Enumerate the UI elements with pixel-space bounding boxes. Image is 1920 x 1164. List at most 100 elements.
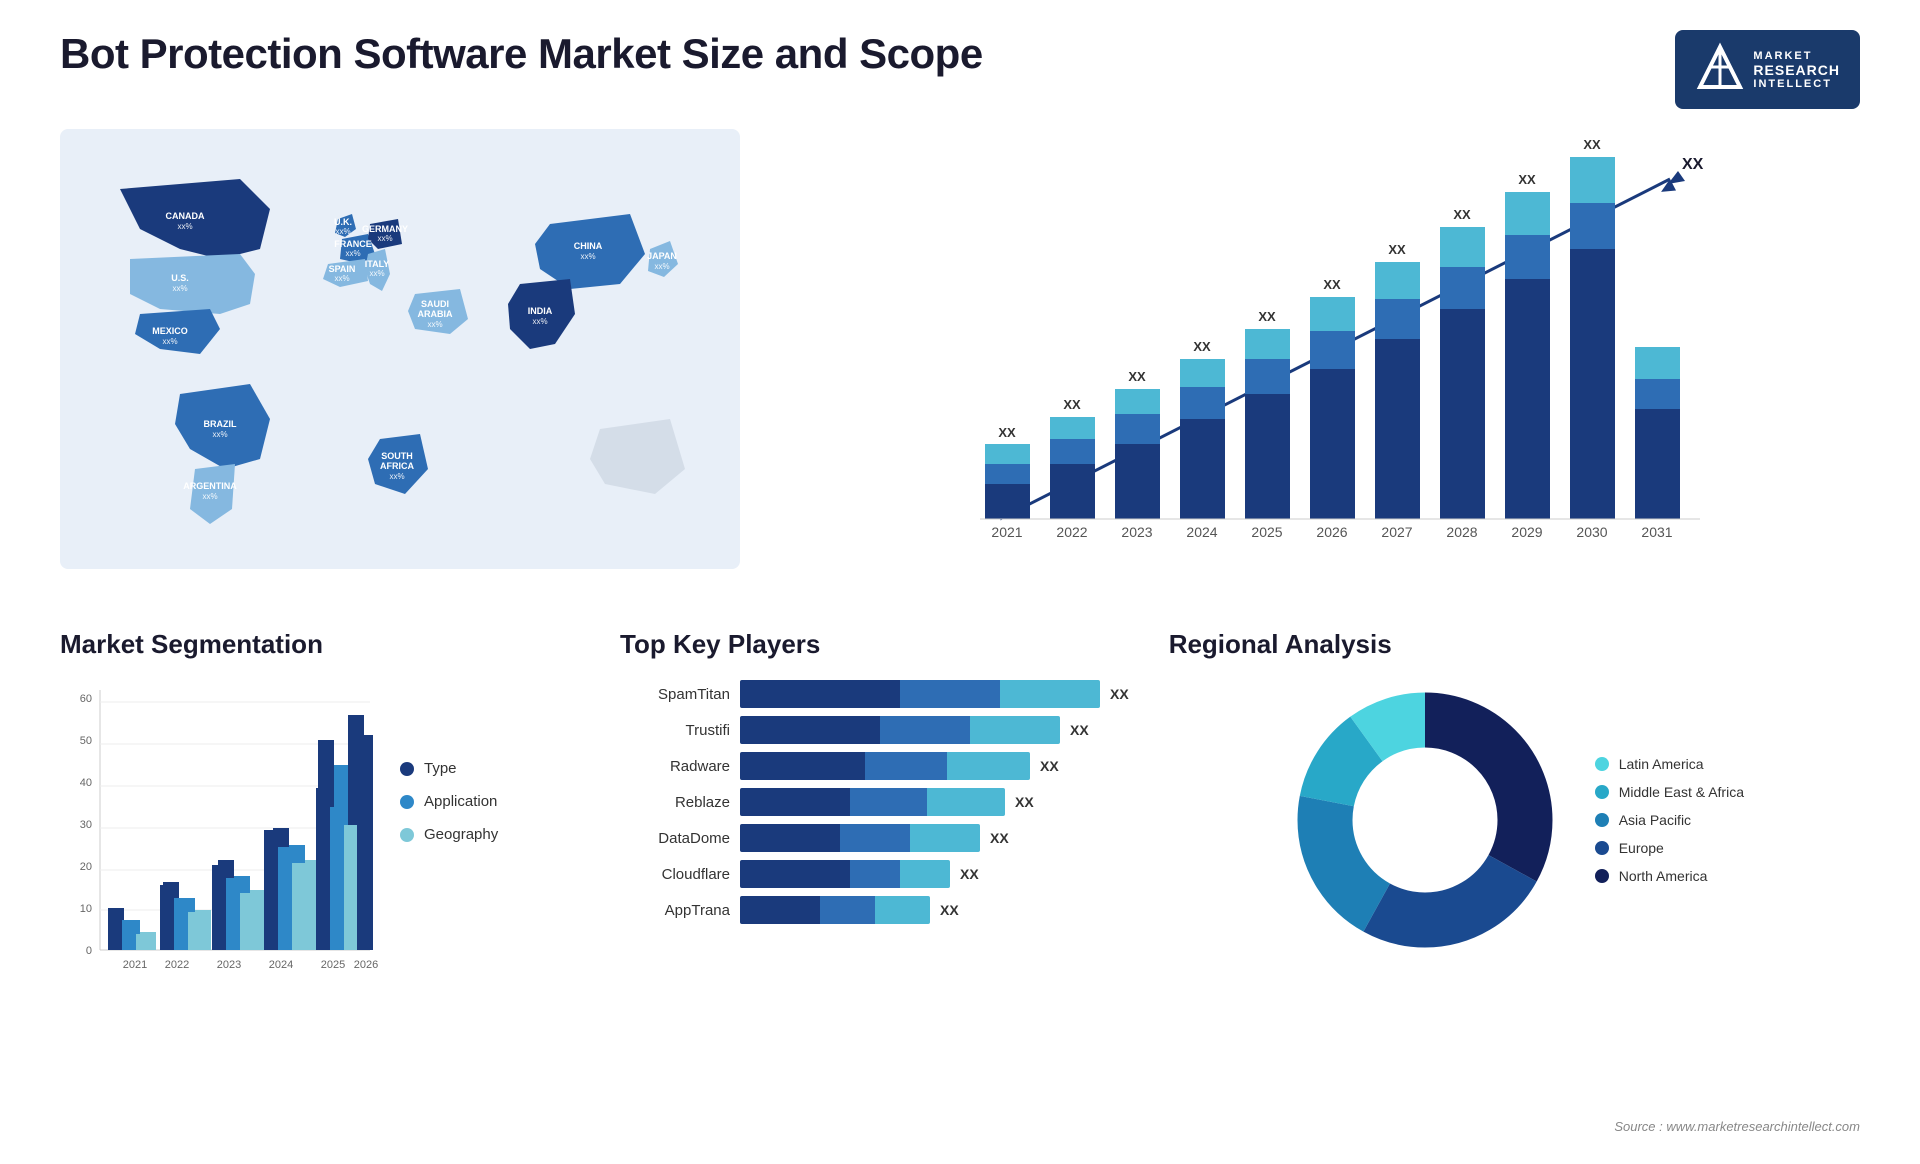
- bar-2026-seg1: [1310, 369, 1355, 519]
- year-2023: 2023: [1121, 524, 1152, 540]
- us-value: xx%: [172, 284, 187, 293]
- player-name-apptrana: AppTrana: [620, 902, 730, 919]
- legend-geo-label: Geography: [424, 826, 498, 843]
- player-name-cloudflare: Cloudflare: [620, 866, 730, 883]
- players-section: Top Key Players SpamTitan XX Trustifi: [620, 629, 1129, 1109]
- seg-year-2024: 2024: [269, 959, 293, 971]
- player-bar-trustifi: XX: [740, 716, 1129, 744]
- bar-2021-label: XX: [998, 425, 1016, 440]
- spain-label: SPAIN: [329, 264, 356, 274]
- mexico-value: xx%: [162, 337, 177, 346]
- bar-2030-seg3: [1570, 157, 1615, 203]
- bar-2030-seg1: [1570, 249, 1615, 519]
- india-value: xx%: [532, 317, 547, 326]
- legend-app-label: Application: [424, 793, 497, 810]
- regional-title: Regional Analysis: [1169, 629, 1860, 660]
- legend-latin-america: Latin America: [1595, 756, 1744, 772]
- saudi-label2: ARABIA: [418, 309, 453, 319]
- player-bar-apptrana: XX: [740, 896, 1129, 924]
- player-row-spamtitan: SpamTitan XX: [620, 680, 1129, 708]
- uk-value: xx%: [335, 227, 350, 236]
- legend-europe-dot: [1595, 841, 1609, 855]
- legend-asia-label: Asia Pacific: [1619, 812, 1691, 828]
- bar-2026-seg3: [1310, 297, 1355, 331]
- y-40: 40: [80, 777, 92, 789]
- logo-line2: RESEARCH: [1753, 62, 1840, 78]
- canada-value: xx%: [177, 222, 192, 231]
- seg-year-2023: 2023: [217, 959, 241, 971]
- saudi-value: xx%: [427, 320, 442, 329]
- player-xx-cloudflare: XX: [960, 866, 979, 882]
- bar-2029-seg1: [1505, 279, 1550, 519]
- bar-2023-label: XX: [1128, 369, 1146, 384]
- player-row-trustifi: Trustifi XX: [620, 716, 1129, 744]
- italy-value: xx%: [369, 269, 384, 278]
- logo-line1: MARKET: [1753, 50, 1840, 62]
- player-bar-datadome: XX: [740, 824, 1129, 852]
- bar-2027-seg3: [1375, 262, 1420, 299]
- player-name-spamtitan: SpamTitan: [620, 686, 730, 703]
- bar-2024-seg1: [1180, 419, 1225, 519]
- bar-2026-label: XX: [1323, 277, 1341, 292]
- player-row-apptrana: AppTrana XX: [620, 896, 1129, 924]
- bar-2025-label: XX: [1258, 309, 1276, 324]
- player-bar-cloudflare: XX: [740, 860, 1129, 888]
- year-2028: 2028: [1446, 524, 1477, 540]
- year-2029: 2029: [1511, 524, 1542, 540]
- player-name-trustifi: Trustifi: [620, 722, 730, 739]
- bar-2025-seg3: [1245, 329, 1290, 359]
- logo-line3: INTELLECT: [1753, 78, 1840, 90]
- seg-year-2026: 2026: [354, 959, 378, 971]
- legend-app-dot: [400, 795, 414, 809]
- regional-legend: Latin America Middle East & Africa Asia …: [1595, 756, 1744, 884]
- legend-latin-america-label: Latin America: [1619, 756, 1704, 772]
- bar-2024-seg3: [1180, 359, 1225, 387]
- bar-2027-label: XX: [1388, 242, 1406, 257]
- page-title: Bot Protection Software Market Size and …: [60, 30, 983, 78]
- donut-chart: [1285, 680, 1565, 960]
- year-2030: 2030: [1576, 524, 1607, 540]
- header: Bot Protection Software Market Size and …: [60, 30, 1860, 109]
- map-section: CANADA xx% U.S. xx% MEXICO xx% BRAZIL xx…: [60, 129, 740, 589]
- bar-2023-seg3: [1115, 389, 1160, 414]
- player-xx-reblaze: XX: [1015, 794, 1034, 810]
- top-section: CANADA xx% U.S. xx% MEXICO xx% BRAZIL xx…: [60, 129, 1860, 589]
- page-container: Bot Protection Software Market Size and …: [0, 0, 1920, 1164]
- bar-2028-seg1: [1440, 309, 1485, 519]
- legend-mea-label: Middle East & Africa: [1619, 784, 1744, 800]
- year-2027: 2027: [1381, 524, 1412, 540]
- player-bar-reblaze: XX: [740, 788, 1129, 816]
- segmentation-title: Market Segmentation: [60, 629, 580, 660]
- y-20: 20: [80, 861, 92, 873]
- player-bar-radware: XX: [740, 752, 1129, 780]
- china-label: CHINA: [574, 241, 603, 251]
- bar-2028-label: XX: [1453, 207, 1471, 222]
- bar-2024-label: XX: [1193, 339, 1211, 354]
- bar-2021-seg1: [985, 484, 1030, 519]
- bar-2022-seg3: [1050, 417, 1095, 439]
- legend-application: Application: [400, 793, 498, 810]
- y-60: 60: [80, 693, 92, 705]
- bar-2028-seg3: [1440, 227, 1485, 267]
- bar-2022-label: XX: [1063, 397, 1081, 412]
- mexico-label: MEXICO: [152, 326, 188, 336]
- argentina-value: xx%: [202, 492, 217, 501]
- player-row-cloudflare: Cloudflare XX: [620, 860, 1129, 888]
- legend-europe-label: Europe: [1619, 840, 1664, 856]
- legend-north-america: North America: [1595, 868, 1744, 884]
- seg-year-2025: 2025: [321, 959, 345, 971]
- segmentation-section: Market Segmentation 0 10 20 30 40 50 60: [60, 629, 580, 1109]
- player-row-radware: Radware XX: [620, 752, 1129, 780]
- legend-europe: Europe: [1595, 840, 1744, 856]
- regional-section: Regional Analysis: [1169, 629, 1860, 1109]
- legend-type: Type: [400, 760, 498, 777]
- bottom-section: Market Segmentation 0 10 20 30 40 50 60: [60, 629, 1860, 1109]
- bar-2029-seg3: [1505, 192, 1550, 235]
- legend-asia-dot: [1595, 813, 1609, 827]
- bar-2024-seg2: [1180, 387, 1225, 419]
- sa-label2: AFRICA: [380, 461, 414, 471]
- legend-mea: Middle East & Africa: [1595, 784, 1744, 800]
- japan-value: xx%: [654, 262, 669, 271]
- legend-type-label: Type: [424, 760, 457, 777]
- year-2026: 2026: [1316, 524, 1347, 540]
